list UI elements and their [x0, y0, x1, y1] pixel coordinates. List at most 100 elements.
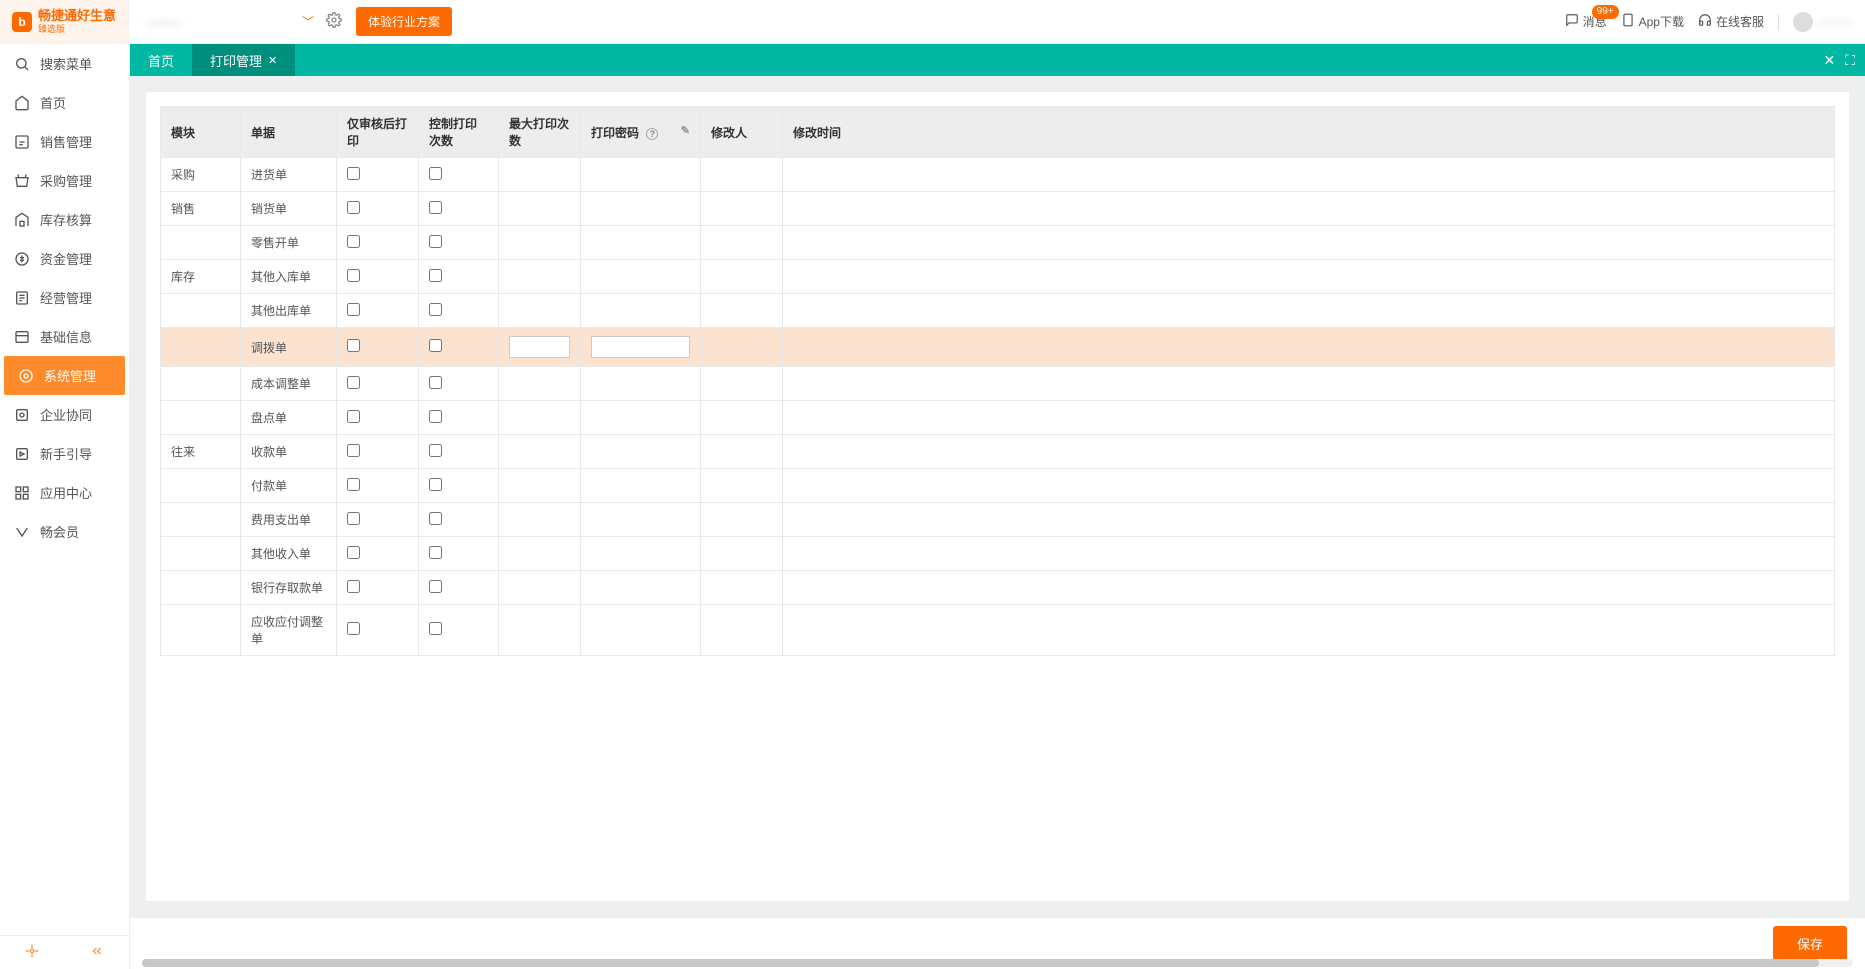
checkbox-audit[interactable]: [347, 478, 360, 491]
sidebar-item-label: 首页: [40, 93, 66, 112]
sidebar-item-8[interactable]: 系统管理: [4, 356, 125, 395]
phone-icon: [1621, 13, 1635, 30]
cell-time: [783, 571, 1835, 605]
cell-module: 采购: [161, 158, 241, 192]
fullscreen-icon[interactable]: ⛶: [1845, 52, 1855, 69]
cell-time: [783, 537, 1835, 571]
sidebar-item-label: 基础信息: [40, 327, 92, 346]
panel: 模块 单据 仅审核后打印 控制打印次数 最大打印次数 打印密码 ? ✎: [146, 92, 1849, 901]
checkbox-audit[interactable]: [347, 444, 360, 457]
cell-audit-only: [337, 328, 419, 367]
footer: 保存: [130, 917, 1865, 969]
checkbox-control[interactable]: [429, 303, 442, 316]
sidebar-item-0[interactable]: 搜索菜单: [0, 44, 129, 83]
sidebar-item-9[interactable]: 企业协同: [0, 395, 129, 434]
checkbox-audit[interactable]: [347, 512, 360, 525]
sidebar-item-1[interactable]: 首页: [0, 83, 129, 122]
max-count-input[interactable]: [509, 336, 570, 358]
messages-button[interactable]: 消息 99+: [1565, 13, 1607, 30]
tab-label: 打印管理: [210, 51, 262, 70]
print-settings-table: 模块 单据 仅审核后打印 控制打印次数 最大打印次数 打印密码 ? ✎: [160, 106, 1835, 656]
checkbox-control[interactable]: [429, 478, 442, 491]
checkbox-control[interactable]: [429, 167, 442, 180]
checkbox-audit[interactable]: [347, 167, 360, 180]
checkbox-audit[interactable]: [347, 303, 360, 316]
try-industry-button[interactable]: 体验行业方案: [356, 7, 452, 36]
checkbox-control[interactable]: [429, 580, 442, 593]
user-menu[interactable]: ———: [1793, 12, 1853, 32]
checkbox-control[interactable]: [429, 410, 442, 423]
cell-time: [783, 294, 1835, 328]
checkbox-control[interactable]: [429, 512, 442, 525]
cell-password: [581, 367, 701, 401]
checkbox-control[interactable]: [429, 339, 442, 352]
sidebar-item-7[interactable]: 基础信息: [0, 317, 129, 356]
cell-max-count: [499, 435, 581, 469]
cell-operator: [701, 401, 783, 435]
collapse-icon[interactable]: [90, 944, 104, 961]
sidebar-item-6[interactable]: 经营管理: [0, 278, 129, 317]
checkbox-audit[interactable]: [347, 235, 360, 248]
checkbox-control[interactable]: [429, 444, 442, 457]
tenant-name[interactable]: ———: [146, 15, 182, 29]
checkbox-control[interactable]: [429, 376, 442, 389]
download-button[interactable]: App下载: [1621, 13, 1684, 30]
checkbox-control[interactable]: [429, 201, 442, 214]
sidebar-item-12[interactable]: 畅会员: [0, 512, 129, 551]
cell-control-count: [419, 158, 499, 192]
checkbox-audit[interactable]: [347, 376, 360, 389]
checkbox-audit[interactable]: [347, 580, 360, 593]
cell-bill: 成本调整单: [241, 367, 337, 401]
cell-module: [161, 401, 241, 435]
table-row: 付款单: [161, 469, 1835, 503]
edit-icon[interactable]: ✎: [681, 124, 690, 137]
chevron-down-icon[interactable]: ﹀: [302, 13, 314, 30]
checkbox-control[interactable]: [429, 269, 442, 282]
sidebar-item-10[interactable]: 新手引导: [0, 434, 129, 473]
cell-max-count[interactable]: [499, 328, 581, 367]
cell-time: [783, 328, 1835, 367]
save-button[interactable]: 保存: [1773, 926, 1847, 961]
checkbox-audit[interactable]: [347, 546, 360, 559]
checkbox-audit[interactable]: [347, 269, 360, 282]
checkbox-audit[interactable]: [347, 201, 360, 214]
sidebar-item-11[interactable]: 应用中心: [0, 473, 129, 512]
password-input[interactable]: [591, 336, 690, 358]
settings-icon[interactable]: [25, 944, 39, 961]
cell-audit-only: [337, 158, 419, 192]
cell-audit-only: [337, 435, 419, 469]
table-row: 其他收入单: [161, 537, 1835, 571]
cell-module: [161, 469, 241, 503]
sidebar-item-3[interactable]: 采购管理: [0, 161, 129, 200]
cell-max-count: [499, 294, 581, 328]
cell-password[interactable]: [581, 328, 701, 367]
gear-icon[interactable]: [326, 12, 342, 31]
checkbox-audit[interactable]: [347, 410, 360, 423]
cell-bill: 其他收入单: [241, 537, 337, 571]
help-icon[interactable]: ?: [646, 128, 658, 140]
checkbox-control[interactable]: [429, 235, 442, 248]
checkbox-control[interactable]: [429, 546, 442, 559]
close-all-icon[interactable]: ✕: [1823, 52, 1835, 69]
cell-time: [783, 435, 1835, 469]
tab-1[interactable]: 打印管理 ✕: [192, 44, 295, 76]
cell-module: 往来: [161, 435, 241, 469]
cell-bill: 收款单: [241, 435, 337, 469]
checkbox-audit[interactable]: [347, 622, 360, 635]
table-row: 零售开单: [161, 226, 1835, 260]
checkbox-control[interactable]: [429, 622, 442, 635]
chat-icon: [1565, 13, 1579, 30]
sidebar-item-2[interactable]: 销售管理: [0, 122, 129, 161]
sidebar-item-label: 销售管理: [40, 132, 92, 151]
th-control: 控制打印次数: [419, 107, 499, 158]
sidebar-item-4[interactable]: 库存核算: [0, 200, 129, 239]
th-password: 打印密码 ? ✎: [581, 107, 701, 158]
close-icon[interactable]: ✕: [268, 54, 277, 67]
tab-0[interactable]: 首页: [130, 44, 192, 76]
checkbox-audit[interactable]: [347, 339, 360, 352]
scrollbar[interactable]: [142, 959, 1853, 967]
avatar-icon: [1793, 12, 1813, 32]
service-button[interactable]: 在线客服: [1698, 13, 1764, 30]
cell-control-count: [419, 192, 499, 226]
sidebar-item-5[interactable]: 资金管理: [0, 239, 129, 278]
